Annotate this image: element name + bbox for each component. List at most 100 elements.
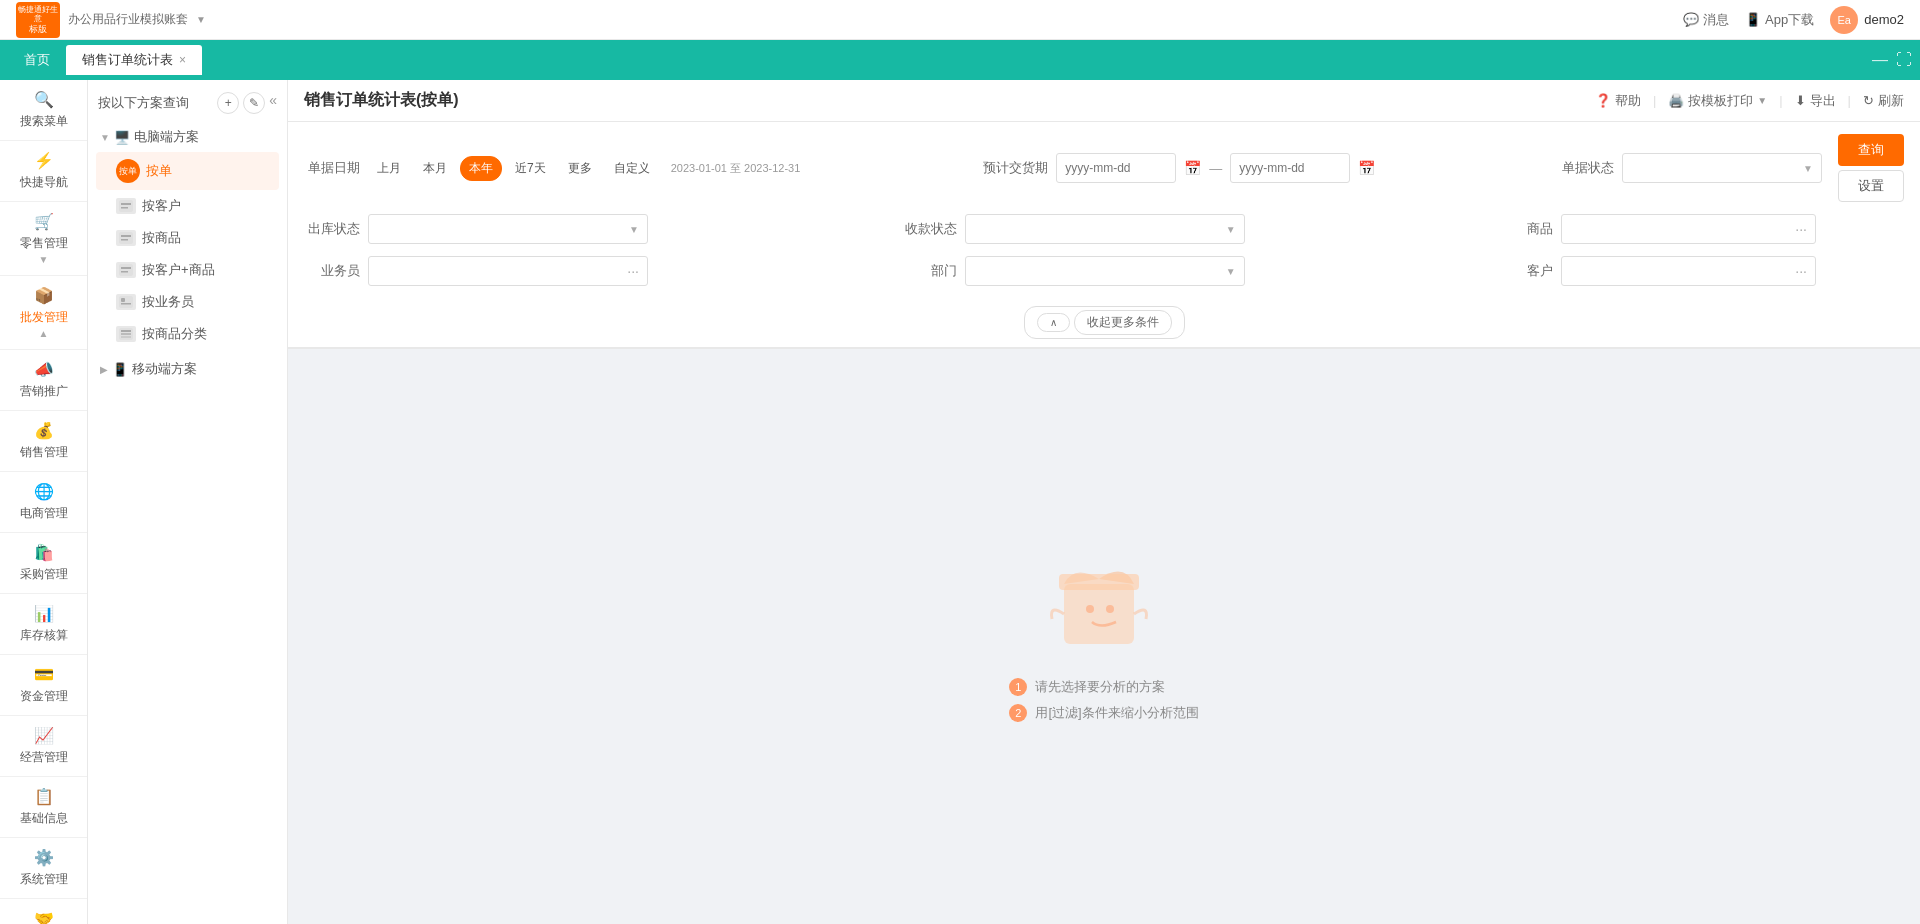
by-sales-icon — [116, 294, 136, 310]
cal-icon-2[interactable]: 📅 — [1358, 160, 1375, 176]
sidebar-item-wholesale[interactable]: 📦 批发管理 ▲ — [0, 276, 87, 350]
sidebar-item-system[interactable]: ⚙️ 系统管理 — [0, 838, 87, 899]
edit-scheme-btn[interactable]: ✎ — [243, 92, 265, 114]
filter-row-1: 单据日期 上月 本月 本年 近7天 更多 自定义 2023-01-01 至 20… — [304, 134, 1904, 202]
sidebar: 🔍 搜索菜单 ⚡ 快捷导航 🛒 零售管理 ▼ 📦 批发管理 ▲ 📣 营销推广 💰… — [0, 80, 88, 924]
by-customer-icon — [116, 198, 136, 214]
tree-parent-desktop[interactable]: ▼ 🖥️ 电脑端方案 — [96, 122, 279, 152]
tree-child-by-customer[interactable]: 按客户 — [96, 190, 279, 222]
query-btn[interactable]: 查询 — [1838, 134, 1904, 166]
step-2-num: 2 — [1009, 704, 1027, 722]
department-select[interactable]: ▼ — [965, 256, 1245, 286]
refresh-btn[interactable]: ↻ 刷新 — [1863, 92, 1904, 110]
filter-main: 单据日期 上月 本月 本年 近7天 更多 自定义 2023-01-01 至 20… — [288, 122, 1920, 349]
settings-btn[interactable]: 设置 — [1838, 170, 1904, 202]
cal-icon-1[interactable]: 📅 — [1184, 160, 1201, 176]
tree-child-by-salesperson[interactable]: 按业务员 — [96, 286, 279, 318]
collapse-row[interactable]: ∧ 收起更多条件 — [288, 298, 1920, 348]
collab-icon: 🤝 — [34, 909, 54, 924]
goods-select[interactable]: ··· — [1561, 214, 1816, 244]
shipment-status-select[interactable]: ▼ — [368, 214, 648, 244]
svg-rect-3 — [119, 232, 133, 244]
goods-label: 商品 — [1497, 220, 1553, 238]
date-last-month-btn[interactable]: 上月 — [368, 156, 410, 181]
tab-home[interactable]: 首页 — [8, 45, 66, 75]
salesperson-dots-icon: ··· — [627, 263, 639, 279]
sidebar-item-finance[interactable]: 💳 资金管理 — [0, 655, 87, 716]
svg-rect-9 — [119, 296, 133, 308]
sidebar-item-marketing[interactable]: 📣 营销推广 — [0, 350, 87, 411]
empty-state: 1 请先选择要分析的方案 2 用[过滤]条件来缩小分析范围 — [288, 349, 1920, 924]
logo: 畅捷通好生意 标版 — [16, 2, 60, 38]
sidebar-item-operations[interactable]: 📈 经营管理 — [0, 716, 87, 777]
sidebar-item-basic[interactable]: 📋 基础信息 — [0, 777, 87, 838]
salesperson-select[interactable]: ··· — [368, 256, 648, 286]
sidebar-item-collab[interactable]: 🤝 企业协同 — [0, 899, 87, 924]
filter-area: 单据日期 上月 本月 本年 近7天 更多 自定义 2023-01-01 至 20… — [288, 122, 1920, 286]
sidebar-item-inventory[interactable]: 📊 库存核算 — [0, 594, 87, 655]
by-cat-icon — [116, 326, 136, 342]
sidebar-item-shortcuts[interactable]: ⚡ 快捷导航 — [0, 141, 87, 202]
sidebar-item-ecommerce[interactable]: 🌐 电商管理 — [0, 472, 87, 533]
payment-status-select[interactable]: ▼ — [965, 214, 1245, 244]
customer-select[interactable]: ··· — [1561, 256, 1816, 286]
date-this-year-btn[interactable]: 本年 — [460, 156, 502, 181]
expected-date-end-input[interactable] — [1230, 153, 1350, 183]
tab-minimize-btn[interactable]: — — [1872, 51, 1888, 69]
date-this-month-btn[interactable]: 本月 — [414, 156, 456, 181]
user-area[interactable]: Ea demo2 — [1830, 6, 1904, 34]
by-goods-icon — [116, 230, 136, 246]
print-icon: 🖨️ — [1668, 93, 1684, 108]
add-scheme-btn[interactable]: + — [217, 92, 239, 114]
sidebar-item-purchase[interactable]: 🛍️ 采购管理 — [0, 533, 87, 594]
tree-parent-mobile[interactable]: ▶ 📱 移动端方案 — [96, 354, 279, 384]
app-download-btn[interactable]: 📱 App下载 — [1745, 11, 1814, 29]
app-dropdown[interactable]: ▼ — [196, 14, 206, 25]
purchase-icon: 🛍️ — [34, 543, 54, 562]
export-btn[interactable]: ⬇ 导出 — [1795, 92, 1836, 110]
date-custom-btn[interactable]: 自定义 — [605, 156, 659, 181]
tree-child-by-customer-goods[interactable]: 按客户+商品 — [96, 254, 279, 286]
expected-date-start-input[interactable] — [1056, 153, 1176, 183]
marketing-icon: 📣 — [34, 360, 54, 379]
tab-close-icon[interactable]: × — [179, 53, 186, 67]
dept-arrow-icon: ▼ — [1226, 266, 1236, 277]
svg-rect-2 — [121, 207, 128, 209]
expected-date-label: 预计交货期 — [983, 159, 1048, 177]
mobile-expand-icon: ▶ — [100, 364, 108, 375]
sidebar-item-retail[interactable]: 🛒 零售管理 ▼ — [0, 202, 87, 276]
divider2: | — [1779, 93, 1782, 108]
order-status-select[interactable]: ▼ — [1622, 153, 1822, 183]
wholesale-arrow-icon: ▲ — [39, 328, 49, 339]
help-btn[interactable]: ❓ 帮助 — [1595, 92, 1641, 110]
sales-icon: 💰 — [34, 421, 54, 440]
date-7days-btn[interactable]: 近7天 — [506, 156, 555, 181]
ecommerce-icon: 🌐 — [34, 482, 54, 501]
message-btn[interactable]: 💬 消息 — [1683, 11, 1729, 29]
department-label: 部门 — [901, 262, 957, 280]
topbar-right: 💬 消息 📱 App下载 Ea demo2 — [1683, 6, 1904, 34]
tree-child-by-goods[interactable]: 按商品 — [96, 222, 279, 254]
tree-child-by-order[interactable]: 按单 按单 — [96, 152, 279, 190]
sidebar-item-search[interactable]: 🔍 搜索菜单 — [0, 80, 87, 141]
svg-rect-13 — [121, 330, 131, 332]
retail-icon: 🛒 — [34, 212, 54, 231]
print-btn[interactable]: 🖨️ 按模板打印 ▼ — [1668, 92, 1767, 110]
by-order-icon: 按单 — [116, 159, 140, 183]
sidebar-item-sales[interactable]: 💰 销售管理 — [0, 411, 87, 472]
svg-point-19 — [1106, 605, 1114, 613]
tabbar: 首页 销售订单统计表 × — ⛶ — [0, 40, 1920, 80]
left-panel-header: 按以下方案查询 + ✎ « — [88, 88, 287, 122]
tree-child-by-category[interactable]: 按商品分类 — [96, 318, 279, 350]
date-dash: — — [1209, 161, 1222, 176]
svg-rect-0 — [119, 200, 133, 212]
app-title: 办公用品行业模拟账套 — [68, 11, 188, 28]
date-more-btn[interactable]: 更多 — [559, 156, 601, 181]
left-panel-collapse-btn[interactable]: « — [269, 92, 277, 114]
tab-expand-btn[interactable]: ⛶ — [1896, 51, 1912, 69]
inventory-icon: 📊 — [34, 604, 54, 623]
tree-section: ▼ 🖥️ 电脑端方案 按单 按单 按客户 — [88, 122, 287, 384]
download-icon: 📱 — [1745, 12, 1761, 27]
tab-sales-order[interactable]: 销售订单统计表 × — [66, 45, 202, 75]
empty-step-2: 2 用[过滤]条件来缩小分析范围 — [1009, 704, 1198, 722]
